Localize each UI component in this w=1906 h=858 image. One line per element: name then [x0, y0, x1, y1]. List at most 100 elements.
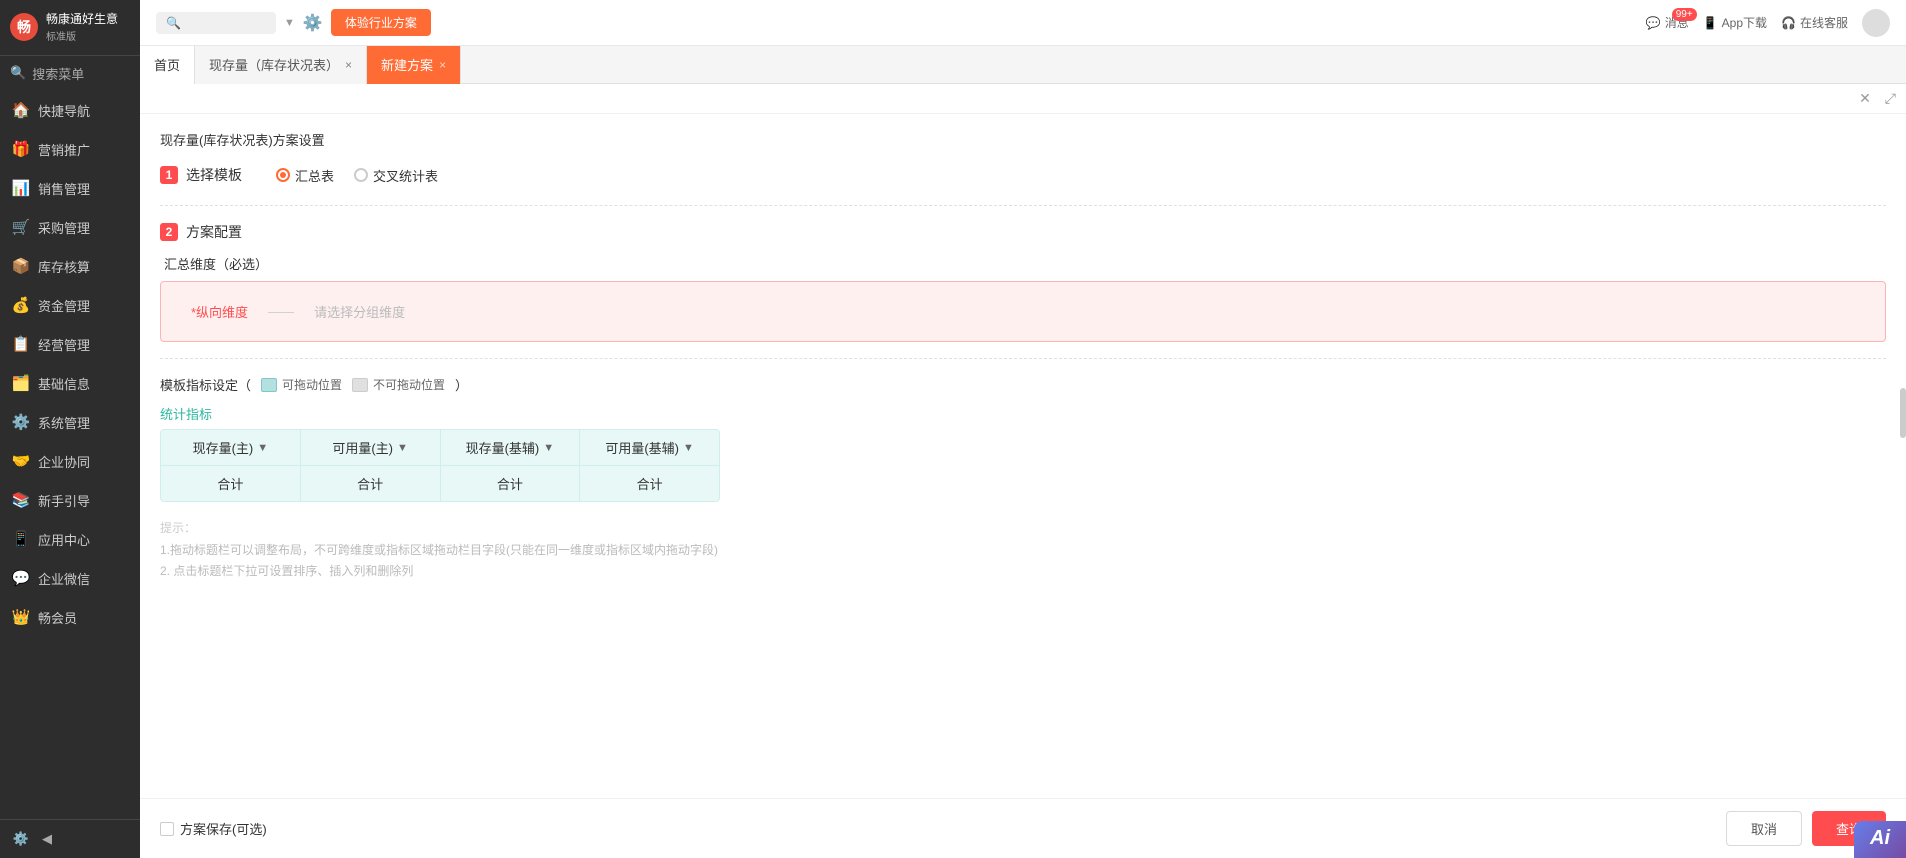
sidebar-search[interactable]: 🔍 搜索菜单 [0, 56, 140, 91]
scroll-handle[interactable] [1900, 388, 1906, 438]
ai-badge[interactable]: Ai [1854, 821, 1906, 858]
folder-icon: 🗂️ [12, 374, 30, 392]
tab-home-label: 首页 [154, 55, 180, 74]
tab-inventory-label: 现存量（库存状况表） [209, 55, 339, 74]
radio-summary[interactable]: 汇总表 [276, 166, 334, 185]
sidebar-item-member[interactable]: 👑 畅会员 [0, 598, 140, 637]
chevron-col-1[interactable]: ▼ [397, 442, 408, 454]
sidebar-item-inventory[interactable]: 📦 库存核算 [0, 247, 140, 286]
sidebar-item-label: 库存核算 [38, 257, 90, 276]
section1-num: 1 [160, 166, 178, 184]
indicator-settings-text: 模板指标设定（ [160, 375, 251, 394]
section1-title: 选择模板 [186, 165, 242, 185]
settings-icon[interactable]: ⚙️ [12, 830, 30, 848]
sidebar-footer: ⚙️ ◀ [0, 819, 140, 858]
topbar-search[interactable]: 🔍 [156, 12, 276, 34]
user-avatar[interactable] [1862, 9, 1890, 37]
dimension-box[interactable]: *纵向维度 —— 请选择分组维度 [160, 281, 1886, 342]
crown-icon: 👑 [12, 608, 30, 626]
headset-icon: 🎧 [1781, 16, 1796, 30]
search-icon: 🔍 [10, 65, 26, 81]
sidebar-item-system[interactable]: ⚙️ 系统管理 [0, 403, 140, 442]
stats-col-3: 可用量(基辅) ▼ 合计 [580, 430, 719, 501]
sidebar-item-wechat[interactable]: 💬 企业微信 [0, 559, 140, 598]
sidebar-item-purchase[interactable]: 🛒 采购管理 [0, 208, 140, 247]
radio-cross[interactable]: 交叉统计表 [354, 166, 438, 185]
section-plan-config: 2 方案配置 汇总维度（必选） *纵向维度 —— 请选择分组维度 模板指标设定（ [160, 222, 1886, 583]
sidebar-item-sales[interactable]: 📊 销售管理 [0, 169, 140, 208]
legend-draggable-label: 可拖动位置 [282, 376, 342, 393]
save-option[interactable]: 方案保存(可选) [160, 819, 267, 838]
sidebar-item-base-info[interactable]: 🗂️ 基础信息 [0, 364, 140, 403]
chevron-col-3[interactable]: ▼ [683, 442, 694, 454]
sidebar-item-business[interactable]: 📋 经营管理 [0, 325, 140, 364]
logo-icon: 畅 [10, 13, 38, 41]
vertical-dim-label: *纵向维度 [191, 302, 248, 321]
sidebar-nav: 🏠 快捷导航 🎁 营销推广 📊 销售管理 🛒 采购管理 📦 库存核算 💰 资金管… [0, 91, 140, 819]
sidebar-item-label: 经营管理 [38, 335, 90, 354]
bottom-bar: 方案保存(可选) 取消 查询 [140, 798, 1906, 858]
stats-col-label-3: 可用量(基辅) [605, 438, 679, 457]
sidebar: 畅 畅康通好生意 标准版 🔍 搜索菜单 🏠 快捷导航 🎁 营销推广 📊 销售管理… [0, 0, 140, 858]
chevron-col-0[interactable]: ▼ [257, 442, 268, 454]
expand-panel-icon[interactable]: ⤢ [1881, 88, 1900, 109]
topbar: 🔍 ▼ ⚙️ 体验行业方案 💬 消息 99+ 📱 App下载 🎧 在线客服 [140, 0, 1906, 46]
sidebar-item-finance[interactable]: 💰 资金管理 [0, 286, 140, 325]
sidebar-item-label: 畅会员 [38, 608, 77, 627]
indicator-label: 模板指标设定（ 可拖动位置 不可拖动位置 ） [160, 375, 1886, 394]
save-checkbox[interactable] [160, 822, 174, 836]
sidebar-item-label: 营销推广 [38, 140, 90, 159]
search-icon: 🔍 [166, 16, 181, 30]
sidebar-item-marketing[interactable]: 🎁 营销推广 [0, 130, 140, 169]
sidebar-item-label: 采购管理 [38, 218, 90, 237]
tab-inventory-close[interactable]: × [345, 58, 352, 72]
sidebar-item-label: 资金管理 [38, 296, 90, 315]
sidebar-item-label: 销售管理 [38, 179, 90, 198]
stats-col-cell-3: 合计 [580, 466, 719, 501]
radio-summary-label: 汇总表 [295, 166, 334, 185]
message-badge[interactable]: 💬 消息 99+ [1646, 14, 1689, 31]
stats-col-label-1: 可用量(主) [332, 438, 393, 457]
stats-col-header-0: 现存量(主) ▼ [161, 430, 300, 466]
dimension-placeholder: 请选择分组维度 [314, 302, 405, 321]
sidebar-item-app-center[interactable]: 📱 应用中心 [0, 520, 140, 559]
close-panel-icon[interactable]: ✕ [1855, 88, 1875, 109]
industry-btn[interactable]: 体验行业方案 [331, 9, 431, 36]
tip2: 2. 点击标题栏下拉可设置排序、插入列和删除列 [160, 561, 1886, 583]
logo-title: 畅康通好生意 [46, 12, 118, 28]
stats-table: 现存量(主) ▼ 合计 可用量(主) ▼ 合计 [160, 429, 720, 502]
template-radio-group: 汇总表 交叉统计表 [276, 166, 438, 185]
tab-home[interactable]: 首页 [140, 46, 195, 84]
gear-icon: ⚙️ [12, 413, 30, 431]
mobile-icon: 📱 [12, 530, 30, 548]
tab-new-plan-label: 新建方案 [381, 55, 433, 74]
tab-new-plan-close[interactable]: × [439, 58, 446, 72]
message-icon: 💬 [1646, 16, 1661, 30]
draggable-legend-box [261, 378, 277, 392]
cancel-button[interactable]: 取消 [1726, 811, 1802, 846]
app-download-badge[interactable]: 📱 App下载 [1703, 14, 1767, 31]
sidebar-item-quick-nav[interactable]: 🏠 快捷导航 [0, 91, 140, 130]
gift-icon: 🎁 [12, 140, 30, 158]
sidebar-item-cooperation[interactable]: 🤝 企业协同 [0, 442, 140, 481]
non-draggable-legend-box [352, 378, 368, 392]
tab-inventory-status[interactable]: 现存量（库存状况表） × [195, 46, 367, 84]
online-service-badge[interactable]: 🎧 在线客服 [1781, 14, 1848, 31]
clipboard-icon: 📋 [12, 335, 30, 353]
tab-new-plan[interactable]: 新建方案 × [367, 46, 461, 84]
topbar-left: 🔍 ▼ ⚙️ 体验行业方案 [156, 9, 1636, 36]
online-service-label: 在线客服 [1800, 14, 1848, 31]
stats-col-header-2: 现存量(基辅) ▼ [441, 430, 580, 466]
chevron-col-2[interactable]: ▼ [543, 442, 554, 454]
stats-col-cell-0: 合计 [161, 466, 300, 501]
sidebar-item-label: 企业协同 [38, 452, 90, 471]
topbar-settings-icon[interactable]: ⚙️ [303, 13, 323, 33]
sidebar-item-guide[interactable]: 📚 新手引导 [0, 481, 140, 520]
save-label: 方案保存(可选) [180, 819, 267, 838]
collapse-icon[interactable]: ◀ [38, 830, 56, 848]
tips-title: 提示： [160, 521, 196, 535]
legend-non-draggable: 不可拖动位置 [352, 376, 445, 393]
tips-section: 提示： 1.拖动标题栏可以调整布局，不可跨维度或指标区域拖动栏目字段(只能在同一… [160, 518, 1886, 583]
section2-num: 2 [160, 223, 178, 241]
sidebar-item-label: 企业微信 [38, 569, 90, 588]
